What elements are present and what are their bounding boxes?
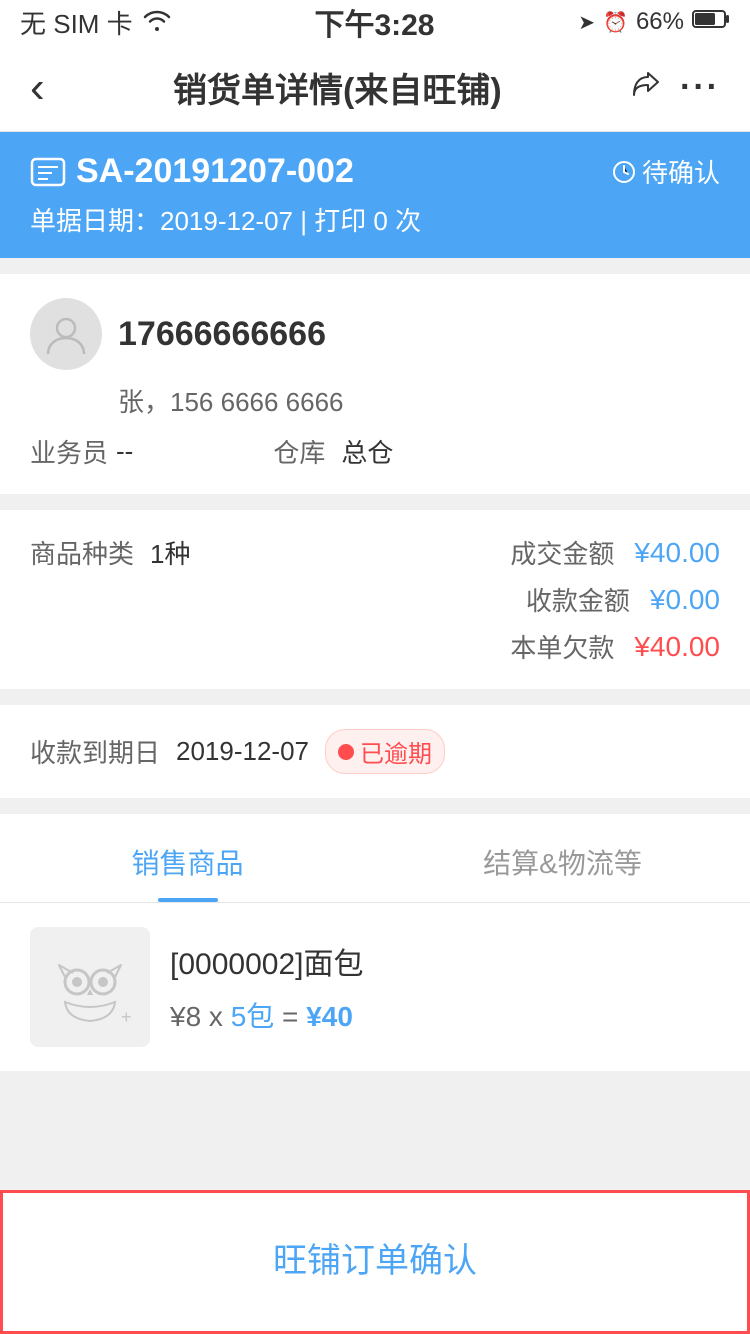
tabs-section: 销售商品 结算&物流等 [0, 814, 750, 1071]
deal-amount-value: ¥40.00 [634, 537, 720, 569]
warehouse-label: 仓库 [273, 433, 325, 470]
status-bar-time: 下午3:28 [314, 0, 434, 44]
product-type-label: 商品种类 [30, 534, 134, 571]
product-type-value: 1种 [150, 534, 190, 571]
product-quantity: 5包 [231, 1001, 275, 1032]
tab-sales-product[interactable]: 销售商品 [0, 814, 375, 902]
back-button[interactable]: ‹ [30, 63, 45, 113]
overdue-dot-icon [338, 744, 354, 760]
page-title: 销货单详情(来自旺铺) [173, 63, 502, 112]
deal-amount-label: 成交金额 [510, 534, 614, 571]
product-item: + [0000002]面包 ¥8 x 5包 = ¥40 [30, 927, 720, 1047]
tab-underline [158, 898, 218, 902]
share-icon[interactable] [630, 67, 660, 109]
order-id: SA-20191207-002 [30, 152, 354, 191]
product-price: ¥8 x 5包 = ¥40 [170, 995, 720, 1035]
carrier-text: 无 SIM 卡 [20, 4, 133, 41]
receipt-amount-label: 收款金额 [526, 581, 630, 618]
stats-section: 商品种类 1种 成交金额 ¥40.00 收款金额 ¥0.00 本单欠款 ¥40.… [0, 510, 750, 689]
overdue-badge: 已逾期 [325, 729, 445, 774]
alarm-icon: ⏰ [603, 10, 628, 35]
product-name: [0000002]面包 [170, 939, 720, 983]
order-status: 待确认 [612, 153, 720, 190]
salesperson-value: -- [116, 436, 133, 467]
product-type-info: 商品种类 1种 [30, 534, 190, 571]
due-date-value: 2019-12-07 [176, 736, 309, 767]
due-amount-value: ¥40.00 [634, 631, 720, 663]
tab-settlement[interactable]: 结算&物流等 [375, 814, 750, 902]
wifi-icon [143, 7, 171, 38]
battery-icon [692, 8, 730, 37]
receipt-amount-value: ¥0.00 [650, 584, 720, 616]
battery-text: 66% [636, 8, 684, 36]
salesperson-label: 业务员 [30, 433, 108, 470]
status-bar: 无 SIM 卡 下午3:28 ➤ ⏰ 66% [0, 0, 750, 44]
customer-section: 17666666666 张，156 6666 6666 业务员 -- 仓库 总仓 [0, 274, 750, 494]
nav-bar: ‹ 销货单详情(来自旺铺) ··· [0, 44, 750, 132]
warehouse-value: 总仓 [341, 433, 393, 470]
confirm-order-button[interactable]: 旺铺订单确认 [43, 1213, 707, 1301]
order-date: 单据日期：2019-12-07 | 打印 0 次 [30, 201, 720, 238]
overdue-text: 已逾期 [360, 734, 432, 769]
due-date-section: 收款到期日 2019-12-07 已逾期 [0, 705, 750, 798]
confirm-button-wrapper: 旺铺订单确认 [0, 1190, 750, 1334]
product-total: ¥40 [306, 1001, 353, 1032]
status-bar-right: ➤ ⏰ 66% [578, 8, 730, 37]
product-thumbnail: + [30, 927, 150, 1047]
product-info: [0000002]面包 ¥8 x 5包 = ¥40 [170, 939, 720, 1035]
avatar [30, 298, 102, 370]
customer-phone: 17666666666 [118, 315, 326, 354]
equals-sign: = [274, 1001, 306, 1032]
amount-info: 成交金额 ¥40.00 收款金额 ¥0.00 本单欠款 ¥40.00 [510, 534, 720, 665]
customer-name: 张，156 6666 6666 [30, 382, 720, 419]
tabs-header: 销售商品 结算&物流等 [0, 814, 750, 903]
more-icon[interactable]: ··· [680, 68, 720, 107]
due-date-label: 收款到期日 [30, 733, 160, 770]
customer-meta: 业务员 -- 仓库 总仓 [30, 433, 720, 470]
price-formula: ¥8 x [170, 1001, 231, 1032]
order-header: SA-20191207-002 待确认 单据日期：2019-12-07 | 打印… [0, 132, 750, 258]
status-bar-left: 无 SIM 卡 [20, 4, 171, 41]
product-section: + [0000002]面包 ¥8 x 5包 = ¥40 [0, 903, 750, 1071]
svg-text:+: + [121, 1007, 132, 1027]
due-amount-label: 本单欠款 [510, 628, 614, 665]
nav-actions: ··· [630, 67, 720, 109]
location-icon: ➤ [578, 10, 595, 35]
